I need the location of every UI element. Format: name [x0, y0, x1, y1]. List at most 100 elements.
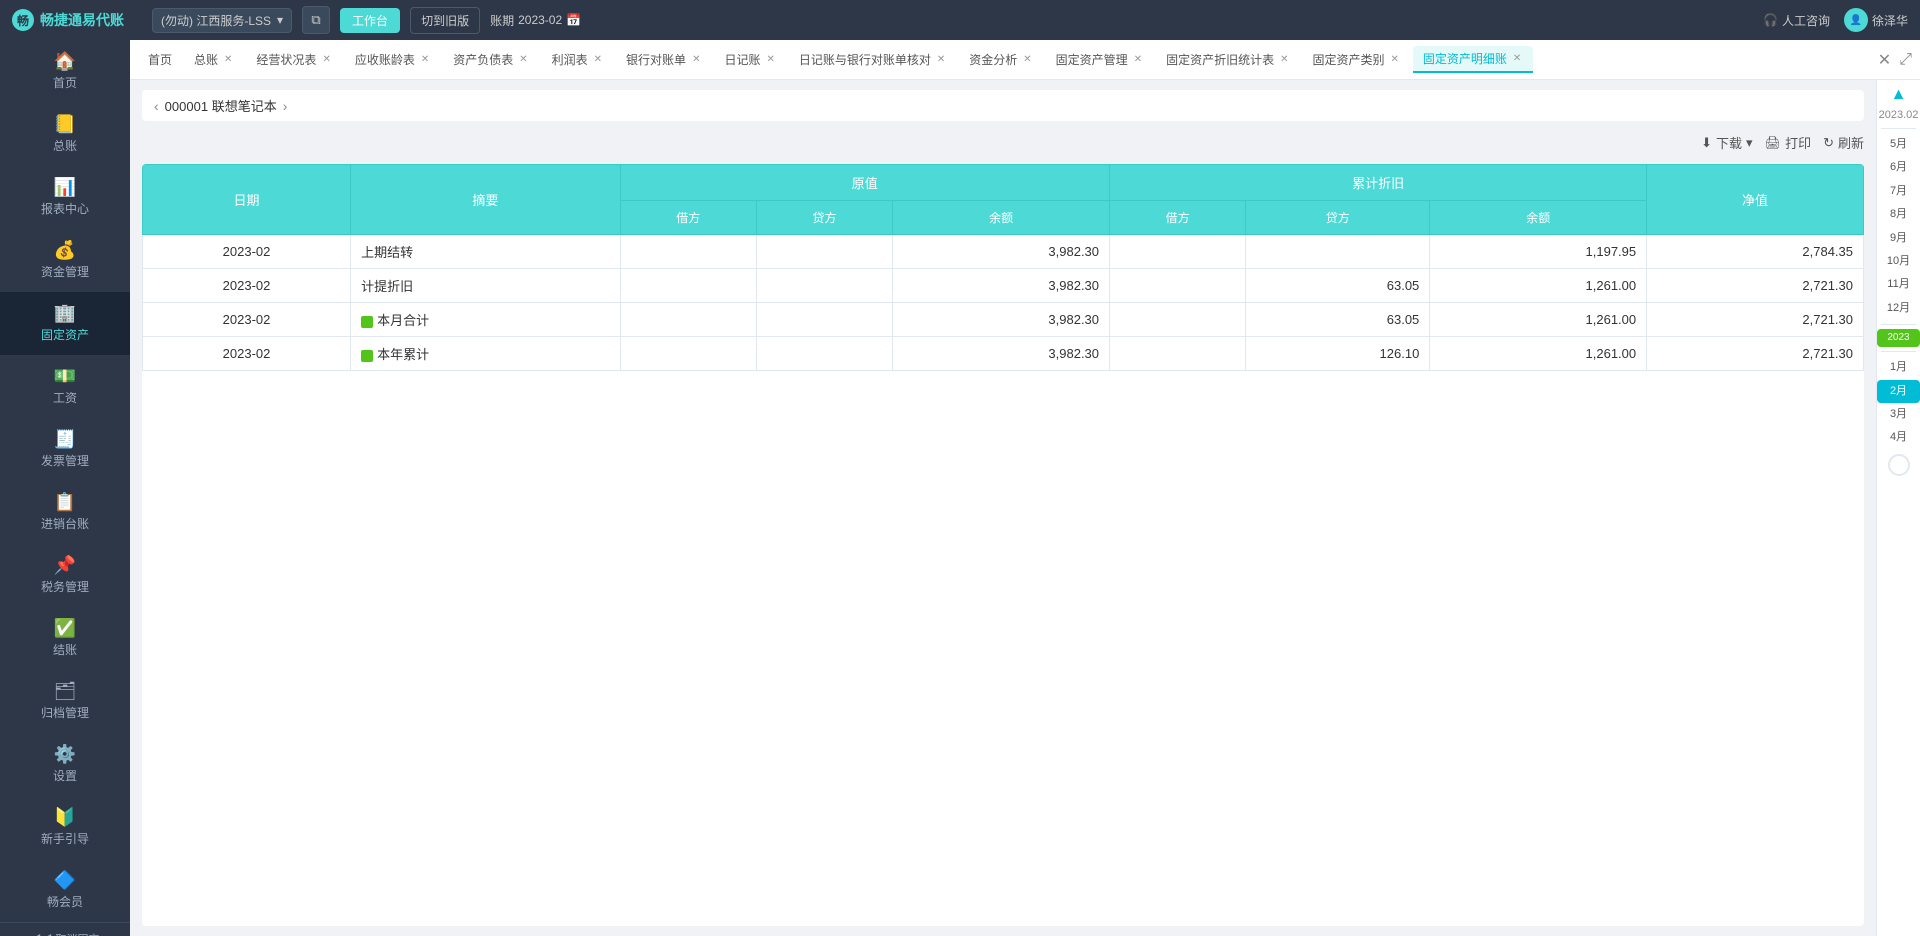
capital-icon: 💰 [54, 241, 76, 259]
period-2023-02-top[interactable]: 2023.02 [1877, 106, 1920, 124]
download-button[interactable]: ⬇ 下载 ▾ [1701, 133, 1752, 152]
workbench-button[interactable]: 工作台 [340, 8, 400, 33]
user-area[interactable]: 👤 徐泽华 [1844, 8, 1908, 32]
month-6[interactable]: 6月 [1877, 156, 1920, 179]
tab-fa-detail-close[interactable]: ✕ [1511, 53, 1523, 65]
sidebar-item-guide[interactable]: 🔰 新手引导 [0, 796, 130, 859]
tab-profit[interactable]: 利润表 ✕ [542, 47, 614, 72]
tab-journal-close[interactable]: ✕ [764, 54, 776, 66]
month-11[interactable]: 11月 [1877, 273, 1920, 296]
archive-icon: 🗂 [54, 682, 77, 700]
scroll-circle[interactable] [1888, 454, 1910, 476]
company-selector[interactable]: (勿动) 江西服务-LSS ▾ [152, 8, 292, 33]
tab-ar-close[interactable]: ✕ [419, 54, 431, 66]
ai-consult-button[interactable]: 🎧 人工咨询 [1763, 12, 1830, 29]
sidebar-item-reports[interactable]: 📊 报表中心 [0, 166, 130, 229]
sidebar-item-capital[interactable]: 💰 资金管理 [0, 229, 130, 292]
tab-bank-close[interactable]: ✕ [690, 54, 702, 66]
print-button[interactable]: 🖨 打印 [1765, 133, 1812, 152]
panel-separator-1 [1881, 128, 1915, 129]
month-12[interactable]: 12月 [1877, 297, 1920, 320]
asset-name: 联想笔记本 [212, 99, 277, 114]
print-icon: 🖨 [1765, 135, 1782, 151]
month-3[interactable]: 3月 [1877, 403, 1920, 426]
year-2023-badge[interactable]: 2023 [1877, 329, 1920, 347]
tab-bar-right: ✕ ⤢ [1878, 50, 1912, 70]
tab-fa-mgmt-close[interactable]: ✕ [1132, 54, 1144, 66]
tab-ledger[interactable]: 总账 ✕ [184, 47, 244, 72]
tab-balance-close[interactable]: ✕ [517, 54, 529, 66]
breadcrumb-forward-button[interactable]: › [283, 99, 288, 113]
table-row: 2023-02 本月合计 3,982.30 63.05 1,261.00 2,7… [143, 303, 1864, 337]
sidebar-label-invoice: 发票管理 [41, 452, 89, 469]
tab-ar[interactable]: 应收账龄表 ✕ [345, 47, 441, 72]
sidebar-item-payroll[interactable]: 💵 工资 [0, 355, 130, 418]
payroll-icon: 💵 [54, 367, 76, 385]
month-2[interactable]: 2月 [1877, 380, 1920, 403]
month-8[interactable]: 8月 [1877, 203, 1920, 226]
tab-journal[interactable]: 日记账 ✕ [714, 47, 786, 72]
tab-ledger-close[interactable]: ✕ [222, 54, 234, 66]
calendar-icon: 📅 [566, 13, 581, 27]
refresh-label: 刷新 [1838, 133, 1864, 152]
cell-accum-credit: 63.05 [1246, 303, 1430, 337]
tab-reconcile-close[interactable]: ✕ [935, 54, 947, 66]
sidebar-item-fixed-assets[interactable]: 🏢 固定资产 [0, 292, 130, 355]
tax-icon: 📌 [54, 556, 76, 574]
month-9[interactable]: 9月 [1877, 227, 1920, 250]
pin-button[interactable]: ◀◀ 取消固定 [0, 922, 130, 936]
sidebar-item-invoice[interactable]: 🧾 发票管理 [0, 418, 130, 481]
tab-fa-category[interactable]: 固定资产类别 ✕ [1302, 47, 1410, 72]
sidebar-item-settle[interactable]: ✅ 结账 [0, 607, 130, 670]
tab-home[interactable]: 首页 [138, 47, 182, 72]
tab-close-all-button[interactable]: ✕ [1878, 50, 1891, 70]
sidebar-item-member[interactable]: 🔷 畅会员 [0, 859, 130, 922]
tab-bank[interactable]: 银行对账单 ✕ [616, 47, 712, 72]
sidebar-item-home[interactable]: 🏠 首页 [0, 40, 130, 103]
tab-profit-close[interactable]: ✕ [592, 54, 604, 66]
tab-capital-analysis-close[interactable]: ✕ [1021, 54, 1033, 66]
sidebar-item-tax[interactable]: 📌 税务管理 [0, 544, 130, 607]
sidebar-item-ledger[interactable]: 📒 总账 [0, 103, 130, 166]
cell-summary: 本年累计 [351, 337, 621, 371]
tab-balance[interactable]: 资产负债表 ✕ [443, 47, 539, 72]
month-4[interactable]: 4月 [1877, 426, 1920, 449]
sidebar-label-archive: 归档管理 [41, 704, 89, 721]
tab-biz-status[interactable]: 经营状况表 ✕ [246, 47, 342, 72]
tab-biz-status-close[interactable]: ✕ [320, 54, 332, 66]
asset-code: 000001 [165, 99, 208, 114]
copy-button[interactable]: ⧉ [302, 6, 330, 34]
th-original: 原值 [620, 165, 1109, 201]
refresh-button[interactable]: ↻ 刷新 [1823, 133, 1864, 152]
cell-accum-credit: 63.05 [1246, 269, 1430, 303]
tab-fa-mgmt[interactable]: 固定资产管理 ✕ [1046, 47, 1154, 72]
sidebar-item-sales[interactable]: 📋 进销台账 [0, 481, 130, 544]
breadcrumb-back-button[interactable]: ‹ [154, 99, 159, 113]
top-header: 畅 畅捷通易代账 (勿动) 江西服务-LSS ▾ ⧉ 工作台 切到旧版 账期 2… [0, 0, 1920, 40]
tab-bar: 首页 总账 ✕ 经营状况表 ✕ 应收账龄表 ✕ 资产负债表 ✕ 利润表 ✕ [130, 40, 1920, 80]
month-5[interactable]: 5月 [1877, 133, 1920, 156]
tab-profit-label: 利润表 [552, 51, 588, 68]
tab-capital-analysis[interactable]: 资金分析 ✕ [959, 47, 1043, 72]
table-row: 2023-02 本年累计 3,982.30 126.10 1,261.00 2,… [143, 337, 1864, 371]
tab-journal-label: 日记账 [724, 51, 760, 68]
invoice-icon: 🧾 [54, 430, 76, 448]
month-10[interactable]: 10月 [1877, 250, 1920, 273]
cell-orig-balance: 3,982.30 [893, 269, 1110, 303]
tab-fa-category-close[interactable]: ✕ [1389, 54, 1401, 66]
tab-maximize-button[interactable]: ⤢ [1899, 51, 1912, 69]
sidebar-item-settings[interactable]: ⚙️ 设置 [0, 733, 130, 796]
tab-fa-detail[interactable]: 固定资产明细账 ✕ [1413, 46, 1533, 73]
tab-reconcile[interactable]: 日记账与银行对账单核对 ✕ [789, 47, 957, 72]
tab-fa-depr[interactable]: 固定资产折旧统计表 ✕ [1156, 47, 1300, 72]
sidebar-item-archive[interactable]: 🗂 归档管理 [0, 670, 130, 733]
print-label: 打印 [1785, 133, 1811, 152]
month-1[interactable]: 1月 [1877, 356, 1920, 379]
old-version-button[interactable]: 切到旧版 [410, 7, 480, 34]
tab-ledger-label: 总账 [194, 51, 218, 68]
avatar: 👤 [1844, 8, 1868, 32]
tab-fa-depr-close[interactable]: ✕ [1278, 54, 1290, 66]
scroll-up-button[interactable]: ▲ [1889, 84, 1909, 106]
month-7[interactable]: 7月 [1877, 180, 1920, 203]
row-tag [361, 316, 373, 328]
